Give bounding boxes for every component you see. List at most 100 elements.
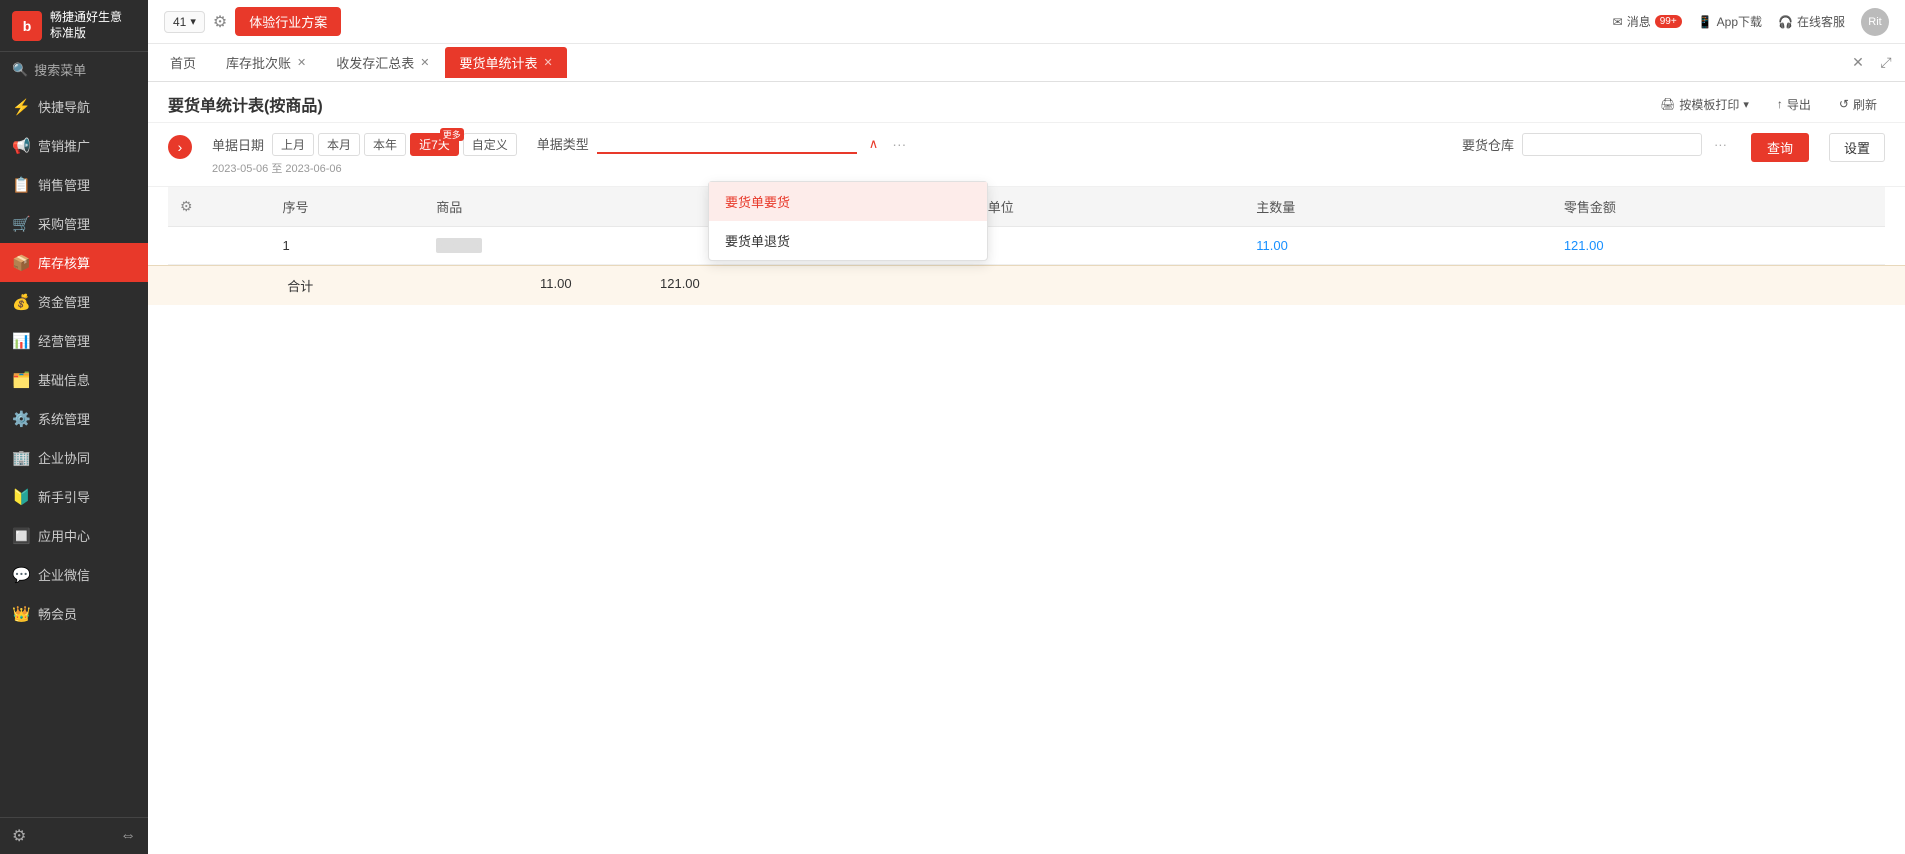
store-selector[interactable]: 41 ▾ bbox=[164, 11, 205, 33]
table-header-row: ⚙ 序号 商品 主计量单位 主数量 bbox=[168, 187, 1885, 227]
sidebar-item-operation[interactable]: 📊 经营管理 bbox=[0, 321, 148, 360]
sidebar-item-inventory[interactable]: 📦 库存核算 bbox=[0, 243, 148, 282]
chevron-down-icon: ▾ bbox=[190, 15, 196, 28]
warehouse-input[interactable] bbox=[1522, 133, 1702, 156]
type-filter-chevron[interactable]: ∧ bbox=[869, 136, 879, 152]
enterprise-icon: 🏢 bbox=[12, 449, 30, 467]
app-download-btn[interactable]: 📱 App下载 bbox=[1698, 13, 1762, 30]
dropdown-item-tuihuo[interactable]: 要货单退货 bbox=[709, 221, 987, 260]
col-quantity: 主数量 bbox=[1244, 187, 1552, 227]
row-amount-cell: 121.00 bbox=[1552, 227, 1885, 265]
sidebar-item-purchase[interactable]: 🛒 采购管理 bbox=[0, 204, 148, 243]
tab-controls: ✕ ⤢ bbox=[1847, 52, 1897, 74]
dropdown-item-yaohuo[interactable]: 要货单要货 bbox=[709, 182, 987, 221]
date-btn-this-year[interactable]: 本年 bbox=[364, 133, 406, 156]
sidebar-item-finance[interactable]: 💰 资金管理 bbox=[0, 282, 148, 321]
topbar: 41 ▾ ⚙ 体验行业方案 ✉ 消息 99+ 📱 App下载 🎧 在线客服 Ri… bbox=[148, 0, 1905, 44]
page-actions: 🖨 按模板打印 ▾ ↑ 导出 ↺ 刷新 bbox=[1652, 93, 1885, 116]
tabbar: 首页 库存批次账 ✕ 收发存汇总表 ✕ 要货单统计表 ✕ ✕ ⤢ bbox=[148, 44, 1905, 82]
inventory-icon: 📦 bbox=[12, 254, 30, 272]
sidebar-expand-icon[interactable]: ⇔ bbox=[120, 827, 136, 845]
operation-icon: 📊 bbox=[12, 332, 30, 350]
date-btns: 上月 本月 本年 近7天 更多 自定义 bbox=[272, 133, 517, 156]
table-footer: 合计 11.00 121.00 bbox=[148, 265, 1905, 305]
page-header: 要货单统计表(按商品) 🖨 按模板打印 ▾ ↑ 导出 ↺ 刷新 bbox=[148, 82, 1905, 123]
tab-home[interactable]: 首页 bbox=[156, 47, 210, 78]
quick-nav-icon: ⚡ bbox=[12, 98, 30, 116]
tab-order-summary[interactable]: 要货单统计表 ✕ bbox=[445, 47, 566, 78]
topbar-right: ✉ 消息 99+ 📱 App下载 🎧 在线客服 Rit bbox=[1613, 8, 1889, 36]
sidebar-logo: b 畅捷通好生意 标准版 bbox=[0, 0, 148, 52]
page-content: 要货单统计表(按商品) 🖨 按模板打印 ▾ ↑ 导出 ↺ 刷新 › bbox=[148, 82, 1905, 854]
row-index-cell: 1 bbox=[271, 227, 425, 265]
refresh-btn[interactable]: ↺ 刷新 bbox=[1831, 93, 1885, 116]
appstore-icon: 🔲 bbox=[12, 527, 30, 545]
finance-icon: 💰 bbox=[12, 293, 30, 311]
sidebar-item-appstore[interactable]: 🔲 应用中心 bbox=[0, 516, 148, 555]
sidebar-item-enterprise[interactable]: 🏢 企业协同 bbox=[0, 438, 148, 477]
row-amount-link[interactable]: 121.00 bbox=[1564, 238, 1604, 253]
warehouse-more-btn[interactable]: ··· bbox=[1710, 137, 1731, 152]
wechat-icon: 💬 bbox=[12, 566, 30, 584]
print-btn[interactable]: 🖨 按模板打印 ▾ bbox=[1652, 93, 1757, 116]
sidebar-search[interactable]: 🔍 搜索菜单 bbox=[0, 52, 148, 87]
date-btn-custom[interactable]: 自定义 bbox=[463, 133, 517, 156]
marketing-icon: 📢 bbox=[12, 137, 30, 155]
main-content: 41 ▾ ⚙ 体验行业方案 ✉ 消息 99+ 📱 App下载 🎧 在线客服 Ri… bbox=[148, 0, 1905, 854]
sidebar-item-member[interactable]: 👑 畅会员 bbox=[0, 594, 148, 633]
col-settings[interactable]: ⚙ bbox=[168, 187, 271, 227]
footer-qty: 11.00 bbox=[528, 276, 648, 295]
footer-amount: 121.00 bbox=[648, 276, 778, 295]
set-btn[interactable]: 设置 bbox=[1829, 133, 1885, 162]
table-row: 1 •••••••••• 块 11.00 121.00 bbox=[168, 227, 1885, 265]
sidebar-item-quick-nav[interactable]: ⚡ 快捷导航 bbox=[0, 87, 148, 126]
row-qty-cell: 11.00 bbox=[1244, 227, 1552, 265]
row-settings-cell bbox=[168, 227, 271, 265]
data-table: ⚙ 序号 商品 主计量单位 主数量 bbox=[168, 187, 1885, 265]
notifications-btn[interactable]: ✉ 消息 99+ bbox=[1613, 13, 1682, 30]
trial-btn[interactable]: 体验行业方案 bbox=[235, 7, 341, 36]
phone-icon: 📱 bbox=[1698, 15, 1713, 29]
sidebar-item-marketing[interactable]: 📢 营销推广 bbox=[0, 126, 148, 165]
settings-icon[interactable]: ⚙ bbox=[12, 826, 26, 846]
sidebar-item-basic[interactable]: 🗂️ 基础信息 bbox=[0, 360, 148, 399]
online-service-btn[interactable]: 🎧 在线客服 bbox=[1778, 13, 1845, 30]
page-title: 要货单统计表(按商品) bbox=[168, 92, 323, 116]
print-chevron-icon: ▾ bbox=[1743, 98, 1749, 111]
sidebar-bottom: ⚙ ⇔ bbox=[0, 817, 148, 854]
date-btn-this-month[interactable]: 本月 bbox=[318, 133, 360, 156]
user-avatar[interactable]: Rit bbox=[1861, 8, 1889, 36]
tab-batch-account[interactable]: 库存批次账 ✕ bbox=[212, 47, 320, 78]
footer-row: 合计 11.00 121.00 bbox=[168, 276, 1885, 295]
notification-icon: ✉ bbox=[1613, 15, 1623, 29]
sidebar-item-guide[interactable]: 🔰 新手引导 bbox=[0, 477, 148, 516]
type-filter-input[interactable] bbox=[597, 133, 857, 154]
date-btn-last-month[interactable]: 上月 bbox=[272, 133, 314, 156]
type-filter-more-btn[interactable]: ··· bbox=[886, 136, 912, 152]
query-btn[interactable]: 查询 bbox=[1751, 133, 1809, 162]
tab-close-dispatch[interactable]: ✕ bbox=[420, 56, 429, 69]
export-icon: ↑ bbox=[1777, 97, 1783, 111]
filter-expand-btn[interactable]: › bbox=[168, 135, 192, 159]
date-range-text: 2023-05-06 至 2023-06-06 bbox=[212, 160, 517, 176]
type-dropdown: 要货单要货 要货单退货 bbox=[708, 181, 988, 261]
date-filter-row: 单据日期 上月 本月 本年 近7天 更多 自定义 bbox=[212, 133, 517, 156]
settings-gear-icon[interactable]: ⚙ bbox=[213, 12, 227, 32]
system-icon: ⚙️ bbox=[12, 410, 30, 428]
logo-text: 畅捷通好生意 标准版 bbox=[50, 10, 122, 41]
table-settings-icon[interactable]: ⚙ bbox=[180, 198, 193, 214]
sidebar-item-system[interactable]: ⚙️ 系统管理 bbox=[0, 399, 148, 438]
guide-icon: 🔰 bbox=[12, 488, 30, 506]
logo-icon: b bbox=[12, 11, 42, 41]
date-btn-recent7[interactable]: 近7天 更多 bbox=[410, 133, 459, 156]
tab-dispatch-summary[interactable]: 收发存汇总表 ✕ bbox=[322, 47, 443, 78]
sidebar-item-wechat[interactable]: 💬 企业微信 bbox=[0, 555, 148, 594]
tab-restore-btn[interactable]: ⤢ bbox=[1875, 52, 1897, 74]
tab-close-batch[interactable]: ✕ bbox=[297, 56, 306, 69]
sidebar-item-sales[interactable]: 📋 销售管理 bbox=[0, 165, 148, 204]
tab-close-all-btn[interactable]: ✕ bbox=[1847, 52, 1869, 74]
export-btn[interactable]: ↑ 导出 bbox=[1769, 93, 1819, 116]
row-qty-link[interactable]: 11.00 bbox=[1256, 238, 1288, 253]
print-icon: 🖨 bbox=[1660, 97, 1675, 111]
tab-close-order[interactable]: ✕ bbox=[544, 56, 553, 69]
